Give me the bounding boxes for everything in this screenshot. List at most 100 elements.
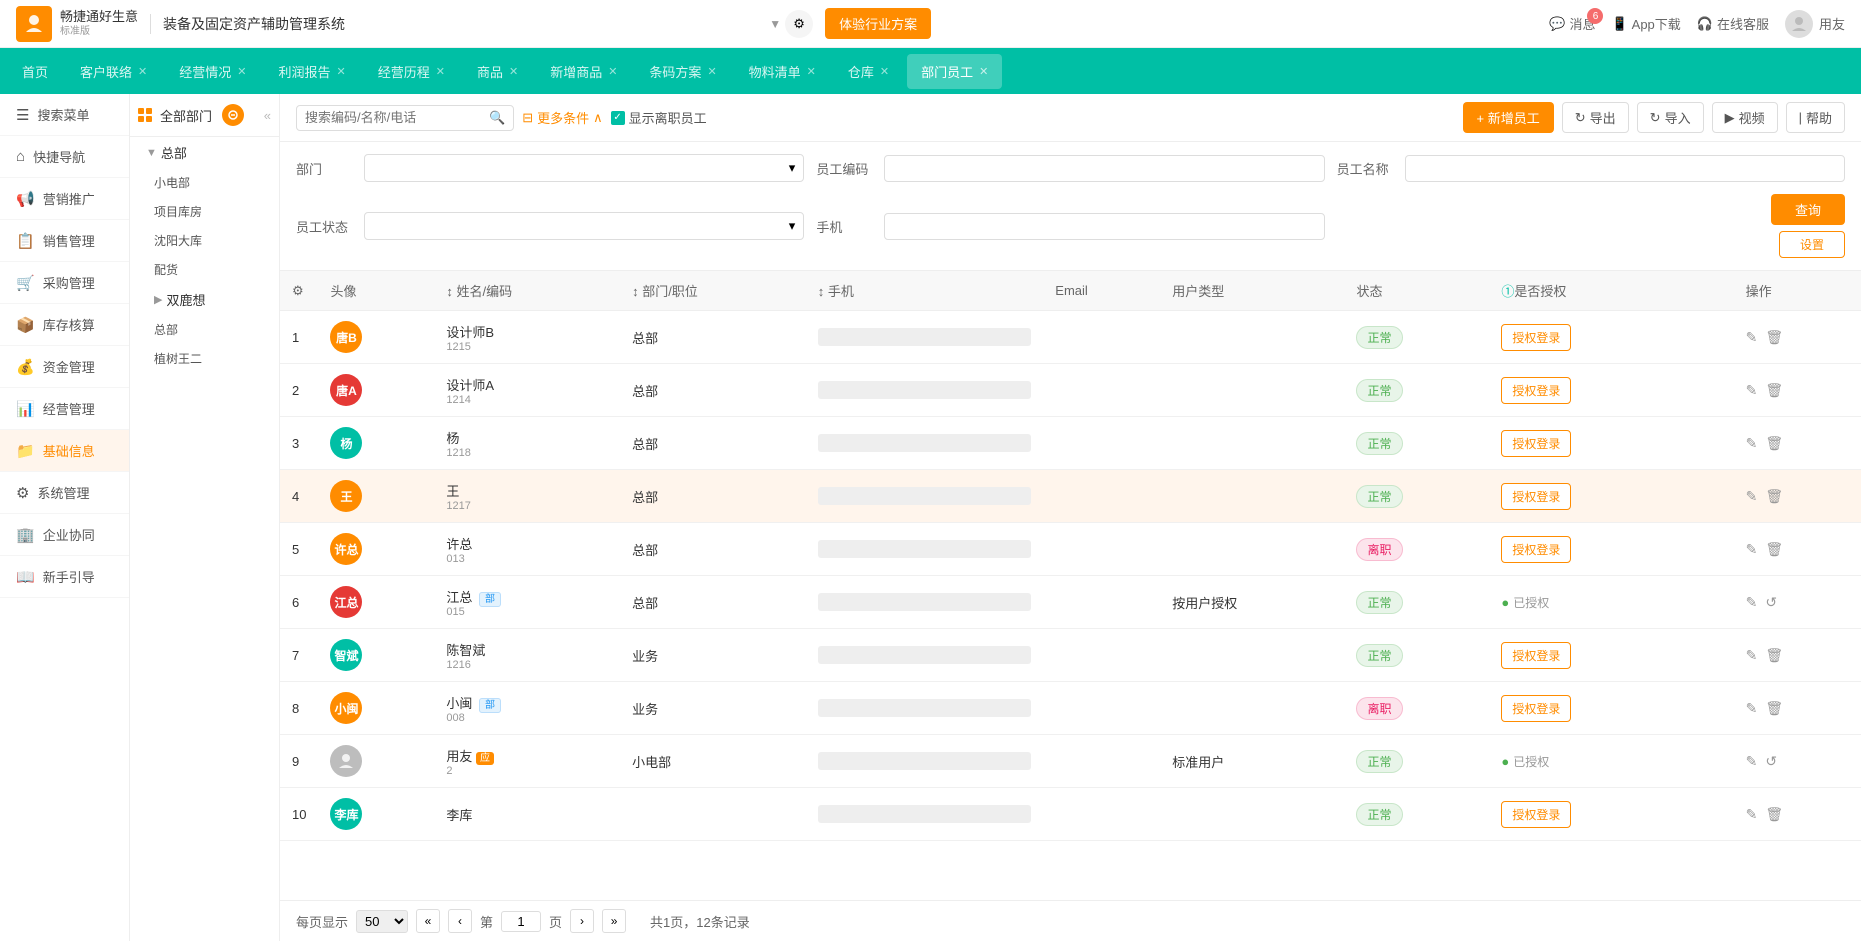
auth-button[interactable]: 授权登录	[1501, 377, 1571, 404]
prev-page-btn[interactable]: ‹	[448, 909, 472, 933]
auth-button[interactable]: 授权登录	[1501, 430, 1571, 457]
first-page-btn[interactable]: «	[416, 909, 440, 933]
filter-empcode-input[interactable]	[884, 155, 1324, 182]
tab-goods[interactable]: 商品 ✕	[463, 54, 532, 89]
add-employee-button[interactable]: + 新增员工	[1463, 102, 1554, 133]
filter-dept-select[interactable]: ▾	[364, 154, 804, 182]
auth-button[interactable]: 授权登录	[1501, 695, 1571, 722]
edit-icon[interactable]: ✎	[1746, 806, 1758, 823]
col-settings[interactable]: ⚙	[280, 271, 318, 311]
delete-icon[interactable]: 🗑	[1765, 382, 1783, 399]
tab-operations[interactable]: 经营情况 ✕	[165, 54, 260, 89]
auth-button[interactable]: 授权登录	[1501, 801, 1571, 828]
tab-close[interactable]: ✕	[138, 65, 147, 78]
last-page-btn[interactable]: »	[602, 909, 626, 933]
settings-button[interactable]: ⚙	[785, 10, 813, 38]
tab-bom[interactable]: 物料清单 ✕	[735, 54, 830, 89]
dept-node-plant-king2[interactable]: 植树王二	[130, 344, 279, 373]
dropdown-arrow[interactable]: ▼	[769, 17, 781, 31]
auth-button[interactable]: 授权登录	[1501, 642, 1571, 669]
tab-close[interactable]: ✕	[807, 65, 816, 78]
auth-button[interactable]: 授权登录	[1501, 483, 1571, 510]
dept-node-project-warehouse[interactable]: 项目库房	[130, 197, 279, 226]
filter-status-select[interactable]: ▾	[364, 212, 804, 240]
delete-icon[interactable]: 🗑	[1765, 647, 1783, 664]
col-phone[interactable]: ↕ 手机	[806, 271, 1043, 311]
nav-search[interactable]: ☰ 搜索菜单	[0, 94, 129, 136]
col-dept[interactable]: ↕ 部门/职位	[620, 271, 806, 311]
tab-close[interactable]: ✕	[436, 65, 445, 78]
nav-marketing[interactable]: 📢 营销推广	[0, 178, 129, 220]
edit-icon[interactable]: ✎	[1746, 329, 1758, 346]
edit-icon[interactable]: ✎	[1746, 382, 1758, 399]
search-icon[interactable]: 🔍	[489, 110, 505, 126]
show-disabled-checkbox[interactable]: ✓ 显示离职员工	[611, 108, 707, 127]
delete-icon[interactable]: 🗑	[1765, 488, 1783, 505]
dept-node-double-dream[interactable]: ▶ 双鹿想	[130, 284, 279, 315]
import-button[interactable]: ↻ 导入	[1637, 102, 1704, 133]
trial-button[interactable]: 体验行业方案	[825, 8, 931, 39]
page-input[interactable]	[501, 911, 541, 932]
delete-icon[interactable]: ↺	[1765, 594, 1777, 611]
delete-icon[interactable]: 🗑	[1765, 541, 1783, 558]
edit-icon[interactable]: ✎	[1746, 435, 1758, 452]
next-page-btn[interactable]: ›	[570, 909, 594, 933]
tab-customer[interactable]: 客户联络 ✕	[66, 54, 161, 89]
dept-collapse-arrow[interactable]: «	[264, 108, 271, 123]
nav-purchase[interactable]: 🛒 采购管理	[0, 262, 129, 304]
filter-more-btn[interactable]: ⊟ 更多条件 ∧	[522, 108, 602, 127]
delete-icon[interactable]: 🗑	[1765, 700, 1783, 717]
nav-quick[interactable]: ⌂ 快捷导航	[0, 136, 129, 178]
tab-profit[interactable]: 利润报告 ✕	[264, 54, 359, 89]
dept-node-shenyang[interactable]: 沈阳大库	[130, 226, 279, 255]
tab-home[interactable]: 首页	[8, 54, 62, 89]
delete-icon[interactable]: 🗑	[1765, 435, 1783, 452]
nav-sales[interactable]: 📋 销售管理	[0, 220, 129, 262]
dept-node-small-electric[interactable]: 小电部	[130, 168, 279, 197]
online-service-button[interactable]: 🎧 在线客服	[1697, 14, 1769, 33]
app-download-button[interactable]: 📱 App下载	[1611, 14, 1680, 33]
auth-button[interactable]: 授权登录	[1501, 536, 1571, 563]
reset-button[interactable]: 设置	[1779, 231, 1845, 258]
nav-system[interactable]: ⚙ 系统管理	[0, 472, 129, 514]
collapse-btn[interactable]	[222, 104, 244, 126]
filter-phone-input[interactable]	[884, 213, 1324, 240]
tab-warehouse[interactable]: 仓库 ✕	[834, 54, 903, 89]
edit-icon[interactable]: ✎	[1746, 488, 1758, 505]
edit-icon[interactable]: ✎	[1746, 541, 1758, 558]
delete-icon[interactable]: 🗑	[1765, 806, 1783, 823]
edit-icon[interactable]: ✎	[1746, 594, 1758, 611]
delete-icon[interactable]: ↺	[1765, 753, 1777, 770]
nav-finance[interactable]: 💰 资金管理	[0, 346, 129, 388]
view-button[interactable]: ▶ 视频	[1712, 102, 1778, 133]
nav-ops[interactable]: 📊 经营管理	[0, 388, 129, 430]
filter-empname-input[interactable]	[1405, 155, 1845, 182]
tab-new-goods[interactable]: 新增商品 ✕	[536, 54, 631, 89]
dept-node-distribution[interactable]: 配货	[130, 255, 279, 284]
nav-basic[interactable]: 📁 基础信息	[0, 430, 129, 472]
tab-barcode[interactable]: 条码方案 ✕	[635, 54, 730, 89]
delete-icon[interactable]: 🗑	[1765, 329, 1783, 346]
auth-button[interactable]: 授权登录	[1501, 324, 1571, 351]
export-button[interactable]: ↻ 导出	[1562, 102, 1629, 133]
message-button[interactable]: 💬 消息 6	[1549, 14, 1595, 33]
tab-close[interactable]: ✕	[608, 65, 617, 78]
tab-employees[interactable]: 部门员工 ✕	[907, 54, 1002, 89]
nav-guide[interactable]: 📖 新手引导	[0, 556, 129, 598]
tab-close[interactable]: ✕	[509, 65, 518, 78]
tab-history[interactable]: 经营历程 ✕	[364, 54, 459, 89]
tab-close[interactable]: ✕	[237, 65, 246, 78]
help-button[interactable]: | 帮助	[1786, 102, 1845, 133]
nav-inventory[interactable]: 📦 库存核算	[0, 304, 129, 346]
tab-close[interactable]: ✕	[880, 65, 889, 78]
tab-close[interactable]: ✕	[337, 65, 346, 78]
query-button[interactable]: 查询	[1771, 194, 1845, 225]
dept-node-general[interactable]: 总部	[130, 315, 279, 344]
tab-close[interactable]: ✕	[707, 65, 716, 78]
edit-icon[interactable]: ✎	[1746, 753, 1758, 770]
page-size-select[interactable]: 10 20 50 100	[356, 910, 408, 933]
edit-icon[interactable]: ✎	[1746, 647, 1758, 664]
tab-close[interactable]: ✕	[979, 65, 988, 78]
edit-icon[interactable]: ✎	[1746, 700, 1758, 717]
search-input[interactable]	[305, 110, 485, 125]
